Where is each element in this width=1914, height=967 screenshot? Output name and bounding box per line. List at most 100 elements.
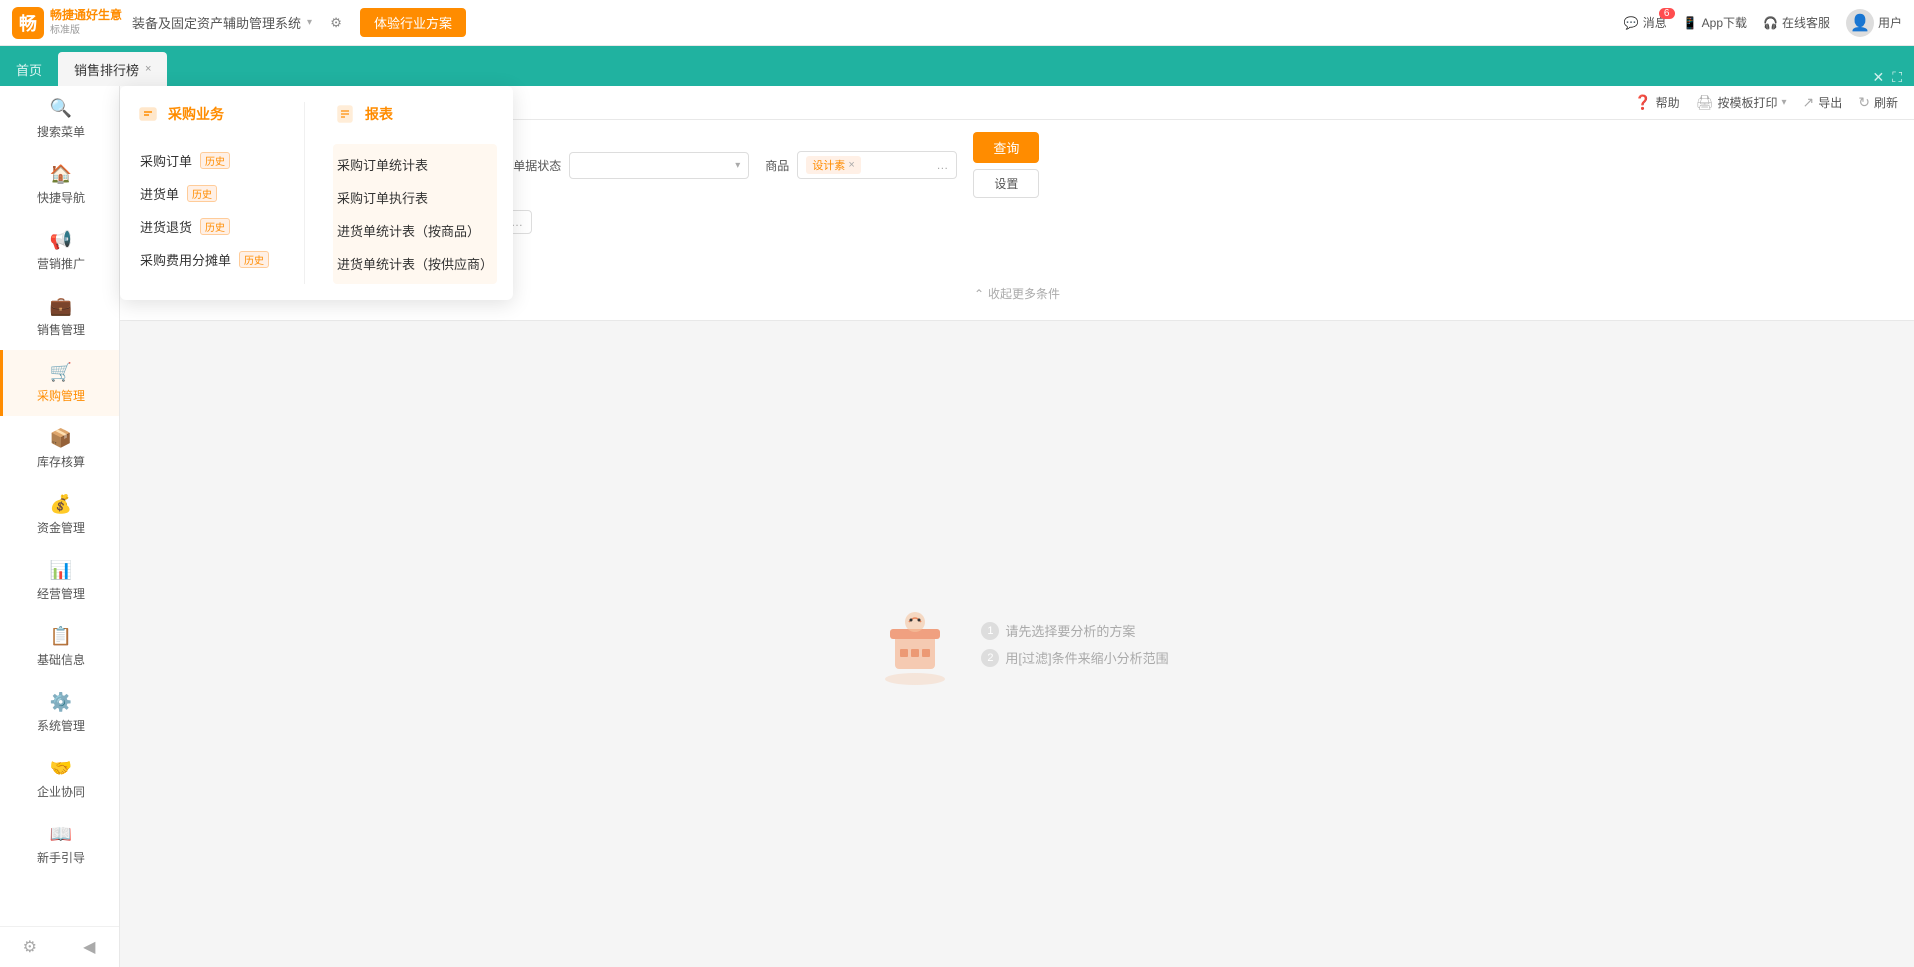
tip-num-1: 1 <box>981 622 999 640</box>
sidebar-item-guide[interactable]: 📖 新手引导 <box>0 812 119 878</box>
purchase-dropdown-menu: 采购业务 采购订单 历史 进货单 历史 进货退货 历史 采购费用分摊单 历史 <box>120 86 513 300</box>
sidebar-item-system[interactable]: ⚙️ 系统管理 <box>0 680 119 746</box>
sidebar-item-inventory[interactable]: 📦 库存核算 <box>0 416 119 482</box>
app-download-button[interactable]: 📱 App下载 <box>1683 14 1747 31</box>
refresh-button[interactable]: ↻ 刷新 <box>1858 94 1898 111</box>
purchase-section-title: 采购业务 <box>136 102 276 132</box>
goods-more-btn[interactable]: … <box>936 158 948 172</box>
sidebar-item-purchase[interactable]: 🛒 采购管理 <box>0 350 119 416</box>
goods-tag-close[interactable]: × <box>848 159 854 171</box>
tab-close-icon[interactable]: × <box>145 63 151 75</box>
sidebar-item-marketing[interactable]: 📢 营销推广 <box>0 218 119 284</box>
sidebar-collapse-btn[interactable]: ◀ <box>60 927 120 967</box>
voucher-status-select[interactable]: ▾ <box>569 152 749 179</box>
sidebar-item-enterprise[interactable]: 🤝 企业协同 <box>0 746 119 812</box>
collapse-icon: ⌃ <box>974 287 984 301</box>
sidebar-item-basic-info-label: 基础信息 <box>37 651 85 668</box>
export-button[interactable]: ↗ 导出 <box>1803 94 1843 111</box>
print-button[interactable]: 🖨 按模板打印 ▾ <box>1696 94 1787 111</box>
tab-sales-rank[interactable]: 销售排行榜 × <box>58 52 167 86</box>
headset-icon: 🎧 <box>1763 16 1778 30</box>
sidebar-item-basic-info[interactable]: 📋 基础信息 <box>0 614 119 680</box>
handshake-icon: 🤝 <box>50 758 72 779</box>
menu-item-inbound[interactable]: 进货单 历史 <box>136 177 276 210</box>
menu-item-order-stats[interactable]: 采购订单统计表 <box>333 148 497 181</box>
tab-home[interactable]: 首页 <box>0 52 58 86</box>
collapse-button[interactable]: ⌃ 收起更多条件 <box>954 279 1080 308</box>
tab-sales-rank-label: 销售排行榜 <box>74 60 139 79</box>
menu-item-purchase-order[interactable]: 采购订单 历史 <box>136 144 276 177</box>
settings-icon[interactable]: ⚙ <box>322 9 350 37</box>
goods-tag-text: 设计素 <box>812 157 845 173</box>
sidebar: 🔍 搜索菜单 🏠 快捷导航 📢 营销推广 💼 销售管理 🛒 采购管理 📦 库存核… <box>0 86 120 967</box>
help-button[interactable]: ❓ 帮助 <box>1634 94 1679 111</box>
tab-expand-icon[interactable]: ⛶ <box>1892 69 1902 86</box>
gear-icon: ⚙️ <box>50 692 72 713</box>
inbound-return-history: 历史 <box>200 218 230 235</box>
sidebar-item-search[interactable]: 🔍 搜索菜单 <box>0 86 119 152</box>
menu-divider <box>304 102 305 284</box>
report-section-title: 报表 <box>333 102 497 132</box>
box-icon: 📦 <box>50 428 72 449</box>
voucher-status-value <box>578 157 590 174</box>
industry-button[interactable]: 体验行业方案 <box>360 8 466 37</box>
search-button[interactable]: 查询 <box>973 132 1039 163</box>
online-service-button[interactable]: 🎧 在线客服 <box>1763 14 1830 31</box>
tip-num-2: 2 <box>981 649 999 667</box>
sidebar-bottom: ⚙ ◀ <box>0 926 119 967</box>
empty-tip-1-text: 请先选择要分析的方案 <box>1005 621 1135 640</box>
home-icon: 🏠 <box>50 164 72 185</box>
sidebar-item-inventory-label: 库存核算 <box>37 453 85 470</box>
message-badge: 6 <box>1659 8 1675 19</box>
sidebar-item-operations-label: 经营管理 <box>37 585 85 602</box>
search-btn-group: 查询 设置 <box>973 132 1039 198</box>
top-bar: 畅 畅捷通好生意 标准版 装备及固定资产辅助管理系统 ▾ ⚙ 体验行业方案 💬 … <box>0 0 1914 46</box>
collapse-label: 收起更多条件 <box>988 285 1060 302</box>
tab-actions: ✕ ⛶ <box>1872 69 1914 86</box>
purchase-order-label: 采购订单 <box>140 151 192 170</box>
report-items-bg: 采购订单统计表 采购订单执行表 进货单统计表（按商品） 进货单统计表（按供应商） <box>333 144 497 284</box>
print-dropdown-icon[interactable]: ▾ <box>1781 97 1786 108</box>
goods-select[interactable]: 设计素 × … <box>797 151 957 179</box>
purchase-section-title-text: 采购业务 <box>168 104 224 124</box>
tab-bar: 首页 销售排行榜 × ✕ ⛶ <box>0 46 1914 86</box>
user-area[interactable]: 👤 用户 <box>1846 9 1902 37</box>
print-label: 按模板打印 <box>1717 94 1777 111</box>
help-icon: ❓ <box>1634 94 1651 111</box>
system-title: 装备及固定资产辅助管理系统 <box>132 13 301 32</box>
sidebar-settings-btn[interactable]: ⚙ <box>0 927 60 967</box>
empty-image <box>865 594 965 694</box>
inbound-return-label: 进货退货 <box>140 217 192 236</box>
cart-icon: 🛒 <box>50 362 72 383</box>
voucher-status-dropdown: ▾ <box>735 160 740 171</box>
sidebar-item-operations[interactable]: 📊 经营管理 <box>0 548 119 614</box>
menu-item-purchase-expense[interactable]: 采购费用分摊单 历史 <box>136 243 276 276</box>
purchase-section-icon <box>136 102 160 126</box>
purchase-expense-label: 采购费用分摊单 <box>140 250 231 269</box>
sidebar-item-system-label: 系统管理 <box>37 717 85 734</box>
system-title-area: 装备及固定资产辅助管理系统 ▾ <box>132 13 312 32</box>
inbound-stats-supplier-label: 进货单统计表（按供应商） <box>337 254 493 273</box>
menu-item-order-exec[interactable]: 采购订单执行表 <box>333 181 497 214</box>
logo-main: 畅捷通好生意 <box>50 8 122 24</box>
help-label: 帮助 <box>1656 94 1680 111</box>
phone-icon: 📱 <box>1683 16 1698 30</box>
menu-item-inbound-stats-goods[interactable]: 进货单统计表（按商品） <box>333 214 497 247</box>
menu-item-inbound-stats-supplier[interactable]: 进货单统计表（按供应商） <box>333 247 497 280</box>
empty-tip-2: 2 用[过滤]条件来缩小分析范围 <box>981 648 1168 667</box>
report-section: 报表 采购订单统计表 采购订单执行表 进货单统计表（按商品） 进货单统计表（按供… <box>333 102 497 284</box>
purchase-business-section: 采购业务 采购订单 历史 进货单 历史 进货退货 历史 采购费用分摊单 历史 <box>136 102 276 284</box>
tab-close-all-icon[interactable]: ✕ <box>1872 69 1884 86</box>
sidebar-item-sales[interactable]: 💼 销售管理 <box>0 284 119 350</box>
refresh-icon: ↻ <box>1858 94 1870 111</box>
sidebar-item-search-label: 搜索菜单 <box>37 123 85 140</box>
sidebar-item-capital[interactable]: 💰 资金管理 <box>0 482 119 548</box>
empty-svg <box>865 594 965 694</box>
system-dropdown-arrow[interactable]: ▾ <box>307 17 312 28</box>
sidebar-item-quick-nav[interactable]: 🏠 快捷导航 <box>0 152 119 218</box>
config-button[interactable]: 设置 <box>973 169 1039 198</box>
menu-item-inbound-return[interactable]: 进货退货 历史 <box>136 210 276 243</box>
messages-button[interactable]: 💬 消息 6 <box>1624 14 1667 31</box>
search-icon: 🔍 <box>50 98 72 119</box>
app-label: App下载 <box>1702 14 1747 31</box>
